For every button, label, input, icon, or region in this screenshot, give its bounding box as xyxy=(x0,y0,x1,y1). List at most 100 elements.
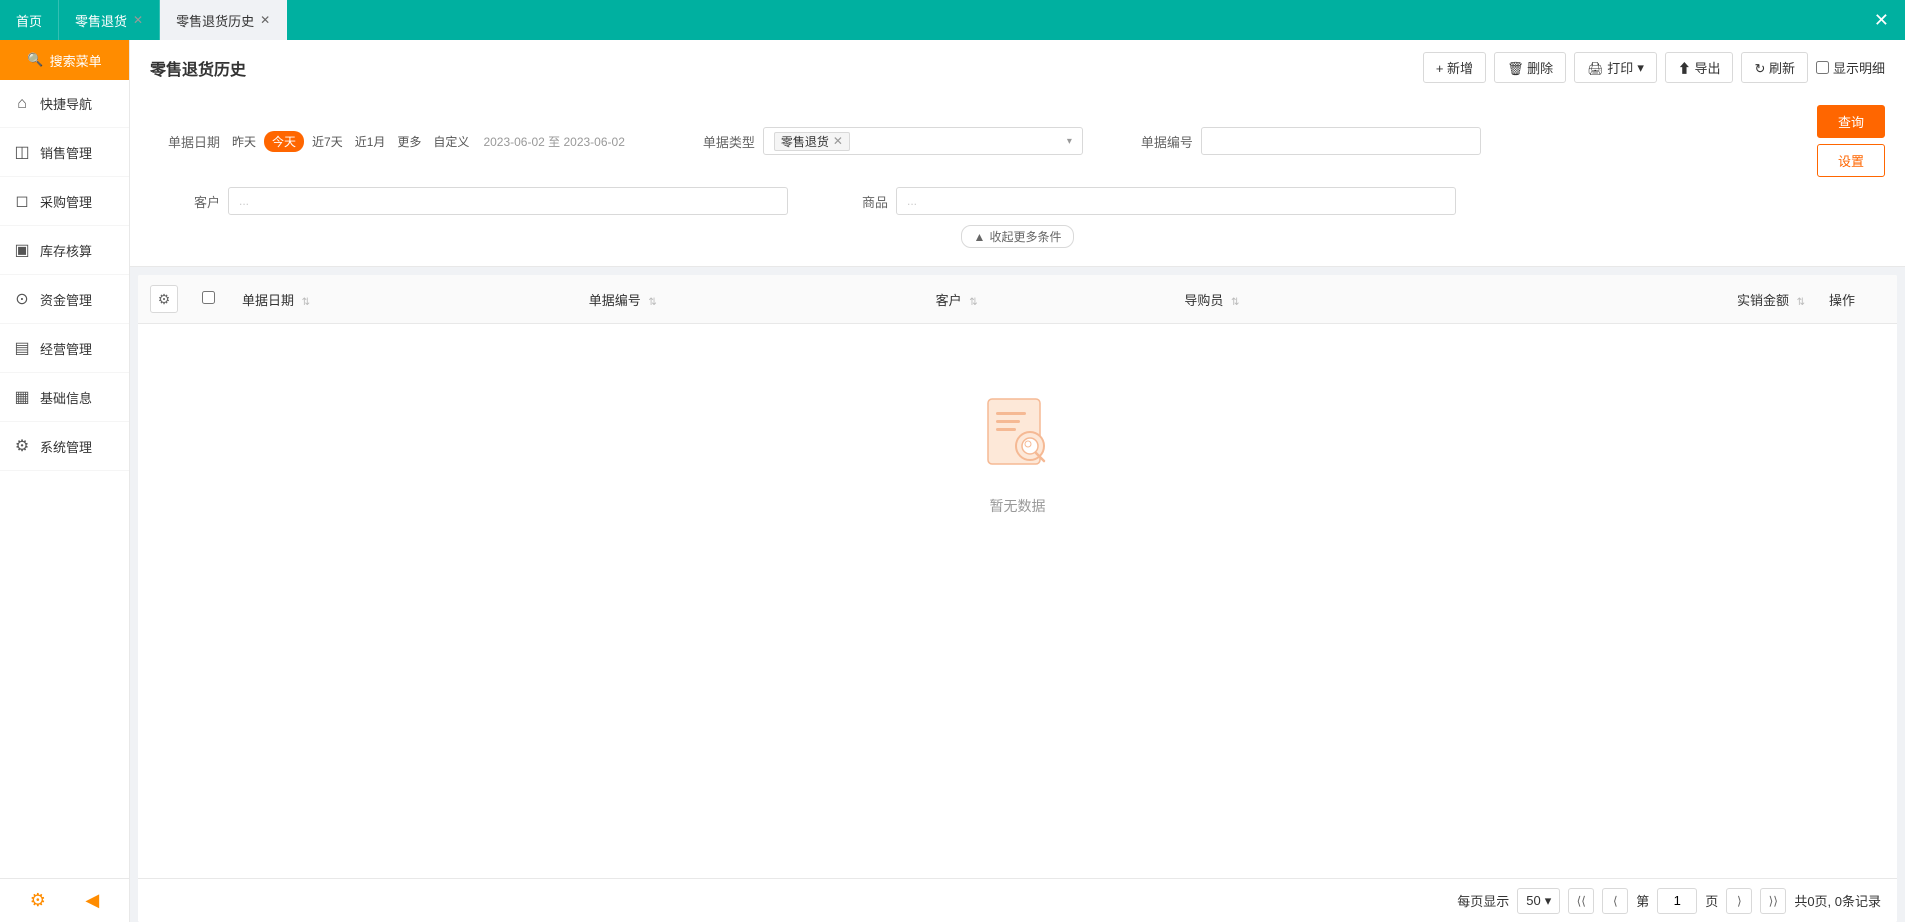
settings-icon[interactable]: ⚙ xyxy=(30,890,46,911)
sales-icon: ◫ xyxy=(12,142,32,162)
filter-area: 单据日期 昨天 今天 近7天 近1月 更多 自定义 2023-06-02 至 2… xyxy=(150,95,1885,266)
sidebar-item-finance[interactable]: ⊙ 资金管理 xyxy=(0,275,129,324)
date-opt-yesterday[interactable]: 昨天 xyxy=(228,131,260,152)
purchase-icon: ◻ xyxy=(12,191,32,211)
page-last-button[interactable]: ⟩⟩ xyxy=(1760,888,1786,914)
per-page-select[interactable]: 50 ▾ xyxy=(1517,888,1560,914)
customer-label: 客户 xyxy=(150,192,220,211)
date-opt-more[interactable]: 更多 xyxy=(393,131,425,152)
voucher-type-tag-close[interactable]: ✕ xyxy=(833,134,843,148)
page-label: 第 xyxy=(1636,891,1649,910)
table-header-row: ⚙ 单据日期 ⇅ 单据编号 ⇅ xyxy=(138,275,1897,324)
system-icon: ⚙ xyxy=(12,436,32,456)
main-layout: 🔍 搜索菜单 ⌂ 快捷导航 ◫ 销售管理 ◻ 采购管理 ▣ 库存核算 ⊙ 资金管 xyxy=(0,40,1905,922)
date-opt-today[interactable]: 今天 xyxy=(264,131,304,152)
sidebar-search[interactable]: 🔍 搜索菜单 xyxy=(0,40,129,80)
sidebar-nav: ⌂ 快捷导航 ◫ 销售管理 ◻ 采购管理 ▣ 库存核算 ⊙ 资金管理 ▤ 经营管… xyxy=(0,80,129,878)
column-settings-button[interactable]: ⚙ xyxy=(150,285,178,313)
page-prev-button[interactable]: ⟨ xyxy=(1602,888,1628,914)
customer-input[interactable]: ... xyxy=(228,187,788,215)
page-actions: + 新增 🗑 删除 🖨 打印 ▾ ⬆ 导出 ↻ 刷新 显示明细 xyxy=(1423,52,1885,83)
tab-retail-return[interactable]: 零售退货 ✕ xyxy=(59,0,160,40)
date-opt-7days[interactable]: 近7天 xyxy=(308,131,347,152)
col-date-sort-icon[interactable]: ⇅ xyxy=(302,297,310,308)
collapse-sidebar-icon[interactable]: ◀ xyxy=(85,890,99,911)
collapse-row: ▲ 收起更多条件 xyxy=(150,225,1885,248)
sidebar-bottom: ⚙ ◀ xyxy=(0,878,129,922)
add-button[interactable]: + 新增 xyxy=(1423,52,1486,83)
table-wrapper: ⚙ 单据日期 ⇅ 单据编号 ⇅ xyxy=(138,275,1897,878)
table-settings-th: ⚙ xyxy=(138,275,190,324)
tab-home[interactable]: 首页 xyxy=(0,0,59,40)
refresh-button[interactable]: ↻ 刷新 xyxy=(1741,52,1808,83)
operations-icon: ▤ xyxy=(12,338,32,358)
export-button[interactable]: ⬆ 导出 xyxy=(1665,52,1734,83)
sidebar-item-system[interactable]: ⚙ 系统管理 xyxy=(0,422,129,471)
col-number-label: 单据编号 xyxy=(589,293,641,308)
voucher-type-select[interactable]: 零售退货 ✕ ▾ xyxy=(763,127,1083,155)
col-number: 单据编号 ⇅ xyxy=(577,275,924,324)
sidebar-item-basic-info[interactable]: ▦ 基础信息 xyxy=(0,373,129,422)
pagination-bar: 每页显示 50 ▾ ⟨⟨ ⟨ 第 1 页 ⟩ ⟩⟩ 共0页, 0条记录 xyxy=(138,878,1897,922)
print-dropdown-icon[interactable]: ▾ xyxy=(1637,60,1644,76)
query-button[interactable]: 查询 xyxy=(1817,105,1885,138)
basic-info-icon: ▦ xyxy=(12,387,32,407)
collapse-filter-button[interactable]: ▲ 收起更多条件 xyxy=(961,225,1075,248)
sidebar-item-quick-nav[interactable]: ⌂ 快捷导航 xyxy=(0,80,129,128)
col-amount-label: 实销金额 xyxy=(1737,293,1789,308)
table-container: ⚙ 单据日期 ⇅ 单据编号 ⇅ xyxy=(138,275,1897,922)
print-button[interactable]: 🖨 打印 ▾ xyxy=(1574,52,1657,83)
empty-text: 暂无数据 xyxy=(990,496,1046,516)
date-filter-label: 单据日期 xyxy=(150,132,220,151)
col-date: 单据日期 ⇅ xyxy=(230,275,577,324)
col-customer-sort-icon[interactable]: ⇅ xyxy=(969,297,977,308)
tab-retail-return-history[interactable]: 零售退货历史 ✕ xyxy=(160,0,287,40)
sidebar-item-sales[interactable]: ◫ 销售管理 xyxy=(0,128,129,177)
col-number-sort-icon[interactable]: ⇅ xyxy=(648,297,656,308)
voucher-type-tag: 零售退货 ✕ xyxy=(774,132,850,151)
tab-retail-return-close[interactable]: ✕ xyxy=(133,13,143,27)
voucher-type-label: 单据类型 xyxy=(685,132,755,151)
sidebar: 🔍 搜索菜单 ⌂ 快捷导航 ◫ 销售管理 ◻ 采购管理 ▣ 库存核算 ⊙ 资金管 xyxy=(0,40,130,922)
goods-input[interactable]: ... xyxy=(896,187,1456,215)
page-first-button[interactable]: ⟨⟨ xyxy=(1568,888,1594,914)
settings-button[interactable]: 设置 xyxy=(1817,144,1885,177)
per-page-label: 每页显示 xyxy=(1457,891,1509,910)
per-page-dropdown-icon[interactable]: ▾ xyxy=(1545,893,1552,909)
sidebar-item-operations[interactable]: ▤ 经营管理 xyxy=(0,324,129,373)
voucher-number-label: 单据编号 xyxy=(1123,132,1193,151)
home-icon: ⌂ xyxy=(12,95,32,113)
page-title: 零售退货历史 xyxy=(150,56,246,80)
select-all-checkbox[interactable] xyxy=(202,291,215,304)
data-table: ⚙ 单据日期 ⇅ 单据编号 ⇅ xyxy=(138,275,1897,324)
col-guide-sort-icon[interactable]: ⇅ xyxy=(1231,297,1239,308)
goods-label: 商品 xyxy=(818,192,888,211)
delete-button[interactable]: 🗑 删除 xyxy=(1494,52,1566,83)
inventory-icon: ▣ xyxy=(12,240,32,260)
window-close-button[interactable]: ✕ xyxy=(1858,10,1905,31)
page-number-input[interactable]: 1 xyxy=(1657,888,1697,914)
col-amount-sort-icon[interactable]: ⇅ xyxy=(1797,297,1805,308)
sidebar-item-purchase[interactable]: ◻ 采购管理 xyxy=(0,177,129,226)
voucher-type-dropdown-icon[interactable]: ▾ xyxy=(1067,136,1072,147)
date-opt-1month[interactable]: 近1月 xyxy=(351,131,390,152)
page-next-button[interactable]: ⟩ xyxy=(1726,888,1752,914)
col-action: 操作 xyxy=(1817,275,1897,324)
tab-retail-return-history-close[interactable]: ✕ xyxy=(260,13,270,27)
page-header: 零售退货历史 + 新增 🗑 删除 🖨 打印 ▾ ⬆ 导出 ↻ 刷新 显示明细 xyxy=(130,40,1905,267)
filter-row-1: 单据日期 昨天 今天 近7天 近1月 更多 自定义 2023-06-02 至 2… xyxy=(150,105,1885,177)
filter-row-2: 客户 ... 商品 ... xyxy=(150,187,1885,215)
col-customer: 客户 ⇅ xyxy=(924,275,1173,324)
finance-icon: ⊙ xyxy=(12,289,32,309)
date-opt-custom[interactable]: 自定义 xyxy=(429,131,473,152)
col-date-label: 单据日期 xyxy=(242,293,294,308)
voucher-number-input[interactable] xyxy=(1201,127,1481,155)
page-title-row: 零售退货历史 + 新增 🗑 删除 🖨 打印 ▾ ⬆ 导出 ↻ 刷新 显示明细 xyxy=(150,52,1885,83)
col-guide-label: 导购员 xyxy=(1184,293,1223,308)
table-checkbox-th xyxy=(190,275,230,324)
show-detail-checkbox-label[interactable]: 显示明细 xyxy=(1816,58,1885,77)
date-options: 昨天 今天 近7天 近1月 更多 自定义 xyxy=(228,131,473,152)
col-action-label: 操作 xyxy=(1829,293,1855,308)
show-detail-checkbox[interactable] xyxy=(1816,61,1829,74)
sidebar-item-inventory[interactable]: ▣ 库存核算 xyxy=(0,226,129,275)
